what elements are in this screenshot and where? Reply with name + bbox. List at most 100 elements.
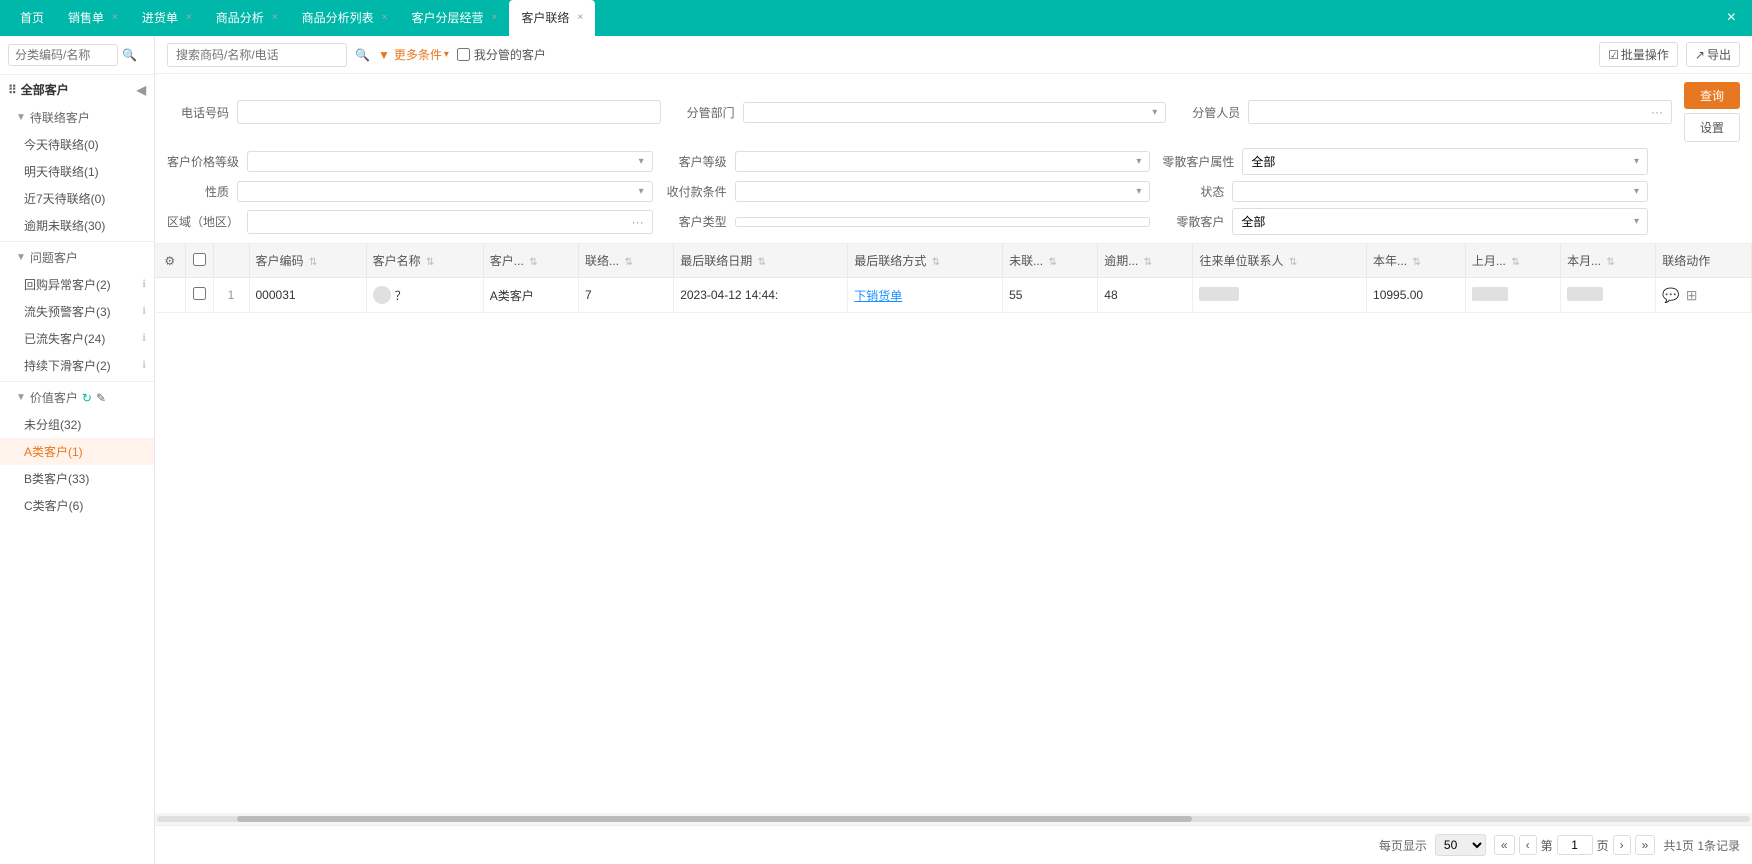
chevron-down-icon: ▾ xyxy=(1634,216,1639,227)
col-header-last-date[interactable]: 最后联络日期 ⇅ xyxy=(674,244,848,278)
filter-search-button[interactable]: 🔍 xyxy=(355,48,370,62)
price-level-select[interactable]: ▾ xyxy=(247,151,653,172)
retail-select[interactable]: 全部 ▾ xyxy=(1232,208,1648,235)
col-header-this-year[interactable]: 本年... ⇅ xyxy=(1367,244,1466,278)
refresh-icon[interactable]: ↻ xyxy=(82,391,92,405)
batch-op-button[interactable]: ☑ 批量操作 xyxy=(1599,42,1678,67)
region-select[interactable]: ··· xyxy=(247,210,653,234)
collapse-icon[interactable]: ◀ xyxy=(137,83,146,97)
horizontal-scrollbar[interactable] xyxy=(155,813,1752,825)
chevron-down-icon: ▾ xyxy=(639,156,644,167)
more-icon[interactable]: ··· xyxy=(1651,105,1663,119)
col-header-this-month[interactable]: 本月... ⇅ xyxy=(1561,244,1656,278)
sidebar-pending-contact-header[interactable]: ▼ 待联络客户 xyxy=(0,104,154,131)
col-header-action: 联络动作 xyxy=(1656,244,1752,278)
nav-tab-analysis[interactable]: 商品分析 × xyxy=(204,0,290,36)
last-page-button[interactable]: » xyxy=(1635,835,1656,855)
sidebar-item-churned[interactable]: 已流失客户(24) ℹ xyxy=(0,325,154,352)
filter-actions: ☑ 批量操作 ↗ 导出 xyxy=(1599,42,1740,67)
sidebar-item-repurchase-abnormal[interactable]: 回购异常客户(2) ℹ xyxy=(0,271,154,298)
sidebar-item-today-pending[interactable]: 今天待联络(0) xyxy=(0,131,154,158)
prev-page-button[interactable]: ‹ xyxy=(1519,835,1537,855)
payment-select[interactable]: ▾ xyxy=(735,181,1151,202)
nav-tab-analysis-list[interactable]: 商品分析列表 × xyxy=(290,0,400,36)
sidebar-value-customers-header[interactable]: ▼ 价值客户 ↻ ✎ xyxy=(0,384,154,411)
col-header-last-month[interactable]: 上月... ⇅ xyxy=(1465,244,1560,278)
row-checkbox[interactable] xyxy=(193,287,206,300)
scroll-thumb[interactable] xyxy=(237,816,1193,822)
nav-tab-salelist[interactable]: 销售单 × xyxy=(56,0,130,36)
nav-tab-customer-segment[interactable]: 客户分层经营 × xyxy=(399,0,509,36)
close-tab-icon[interactable]: × xyxy=(186,0,192,36)
col-header-last-way[interactable]: 最后联络方式 ⇅ xyxy=(848,244,1003,278)
row-num: 1 xyxy=(213,278,249,313)
close-tab-icon[interactable]: × xyxy=(272,0,278,36)
col-header-code[interactable]: 客户编码 ⇅ xyxy=(249,244,366,278)
sidebar-all-customers[interactable]: ⠿ 全部客户 ◀ xyxy=(0,75,154,104)
nature-select[interactable]: ▾ xyxy=(237,181,653,202)
export-button[interactable]: ↗ 导出 xyxy=(1686,42,1740,67)
my-customers-checkbox[interactable] xyxy=(457,48,470,61)
col-header-name[interactable]: 客户名称 ⇅ xyxy=(366,244,483,278)
close-all-tabs[interactable]: × xyxy=(1719,9,1744,27)
col-header-not-contacted[interactable]: 未联... ⇅ xyxy=(1003,244,1098,278)
last-way-link[interactable]: 下销货单 xyxy=(854,289,902,303)
qr-icon[interactable]: ⊞ xyxy=(1686,287,1698,304)
customer-level-select[interactable]: ▾ xyxy=(735,151,1151,172)
filter-cell-status: 状态 ▾ xyxy=(1162,181,1648,202)
sidebar-item-ungrouped[interactable]: 未分组(32) xyxy=(0,411,154,438)
chevron-down-icon: ▾ xyxy=(1152,107,1157,118)
filter-row-4: 区域（地区） ··· 客户类型 零散客户 全部 ▾ xyxy=(167,208,1740,235)
dept-select[interactable]: ▾ xyxy=(743,102,1167,123)
phone-input[interactable] xyxy=(237,100,661,124)
nav-tab-customer-contact[interactable]: 客户联络 × xyxy=(509,0,595,36)
status-select[interactable]: ▾ xyxy=(1232,181,1648,202)
filter-search-input[interactable] xyxy=(167,43,347,67)
sidebar-item-overdue-contact[interactable]: 逾期未联络(30) xyxy=(0,212,154,239)
select-all-checkbox[interactable] xyxy=(193,253,206,266)
person-select[interactable]: ··· xyxy=(1248,100,1672,124)
sidebar-item-a-class[interactable]: A类客户(1) xyxy=(0,438,154,465)
filter-cell-customer-type: 客户类型 xyxy=(665,213,1151,230)
filter-more-conditions[interactable]: ▼ 更多条件 ▾ xyxy=(378,46,449,63)
col-header-unit-contact[interactable]: 往来单位联系人 ⇅ xyxy=(1193,244,1367,278)
sidebar-item-b-class[interactable]: B类客户(33) xyxy=(0,465,154,492)
edit-group-icon[interactable]: ✎ xyxy=(96,391,106,405)
close-tab-icon[interactable]: × xyxy=(577,0,583,36)
sidebar-item-c-class[interactable]: C类客户(6) xyxy=(0,492,154,519)
col-header-contact[interactable]: 联络... ⇅ xyxy=(578,244,673,278)
sidebar-problem-customers-header[interactable]: ▼ 问题客户 xyxy=(0,244,154,271)
sort-icon: ⇅ xyxy=(932,257,940,268)
export-icon: ↗ xyxy=(1695,48,1705,62)
adv-filter-panel: 电话号码 分管部门 ▾ 分管人员 ··· xyxy=(155,74,1752,244)
close-tab-icon[interactable]: × xyxy=(112,0,118,36)
row-this-year: 10995.00 xyxy=(1367,278,1466,313)
nav-tab-purchase[interactable]: 进货单 × xyxy=(130,0,204,36)
retail-attr-select[interactable]: 全部 ▾ xyxy=(1242,148,1648,175)
col-header-overdue[interactable]: 逾期... ⇅ xyxy=(1098,244,1193,278)
first-page-button[interactable]: « xyxy=(1494,835,1515,855)
col-header-num xyxy=(213,244,249,278)
page-number-input[interactable] xyxy=(1557,835,1593,855)
close-tab-icon[interactable]: × xyxy=(491,0,497,36)
avatar xyxy=(373,286,391,304)
query-button[interactable]: 查询 xyxy=(1684,82,1740,109)
filter-my-customers[interactable]: 我分管的客户 xyxy=(457,46,546,63)
page-size-select[interactable]: 50 100 xyxy=(1435,834,1486,856)
sidebar-search-input[interactable] xyxy=(8,44,118,66)
sidebar-item-churn-warning[interactable]: 流失预警客户(3) ℹ xyxy=(0,298,154,325)
chat-icon[interactable]: 💬 xyxy=(1662,287,1679,304)
next-page-button[interactable]: › xyxy=(1613,835,1631,855)
sidebar-search-icon[interactable]: 🔍 xyxy=(122,48,137,62)
sidebar-item-declining[interactable]: 持续下滑客户(2) ℹ xyxy=(0,352,154,379)
col-header-gear[interactable]: ⚙ xyxy=(155,244,185,278)
sidebar-item-7days-pending[interactable]: 近7天待联络(0) xyxy=(0,185,154,212)
more-icon[interactable]: ··· xyxy=(632,215,644,229)
content-area: 🔍 ▼ 更多条件 ▾ 我分管的客户 ☑ 批量操作 ↗ 导出 xyxy=(155,36,1752,864)
settings-button[interactable]: 设置 xyxy=(1684,113,1740,142)
nav-home[interactable]: 首页 xyxy=(8,0,56,36)
customer-type-select[interactable] xyxy=(735,217,1151,227)
close-tab-icon[interactable]: × xyxy=(382,0,388,36)
col-header-type[interactable]: 客户... ⇅ xyxy=(483,244,578,278)
sidebar-item-tomorrow-pending[interactable]: 明天待联络(1) xyxy=(0,158,154,185)
